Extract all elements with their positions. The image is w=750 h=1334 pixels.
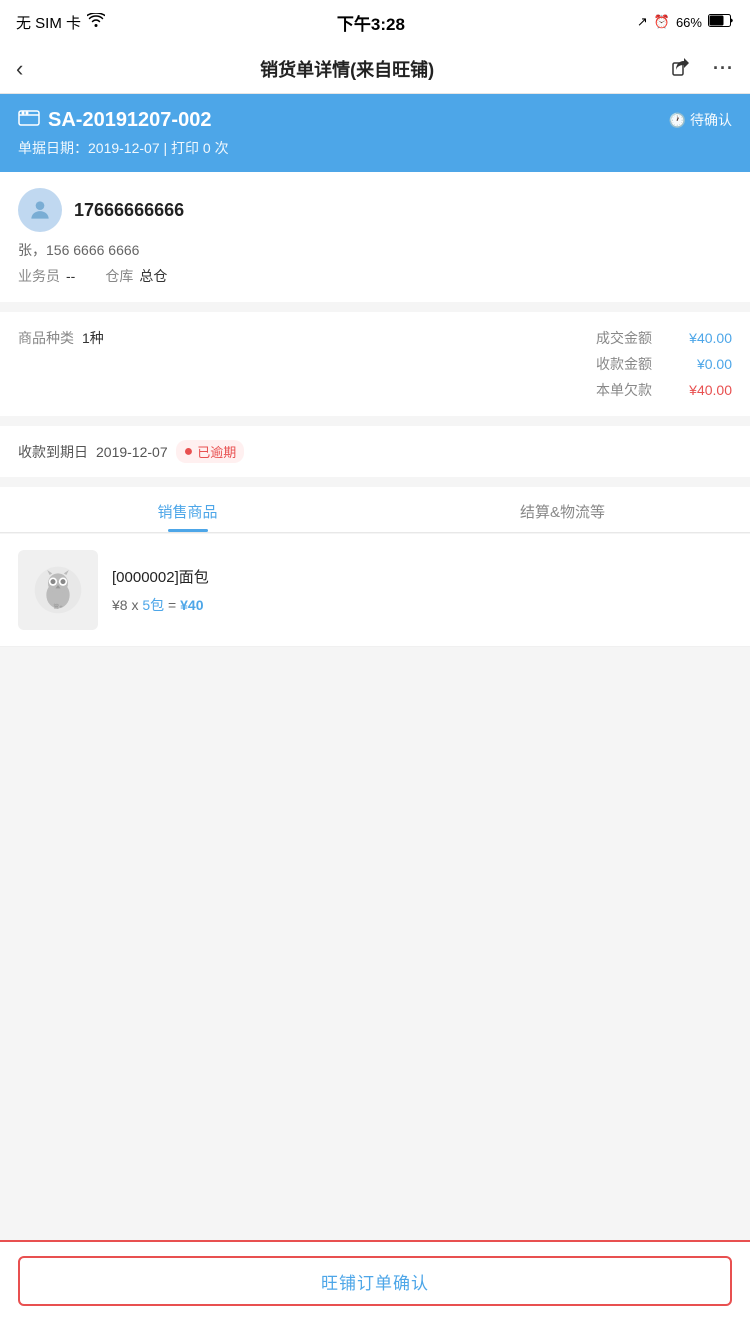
order-id: SA-20191207-002 [18,108,211,132]
tabs-section: 销售商品 结算&物流等 [0,487,750,533]
tab-sales-products[interactable]: 销售商品 [0,487,375,532]
due-date-value: 2019-12-07 [96,444,168,460]
product-name: [0000002]面包 [112,566,732,587]
product-thumbnail: 管+ [18,550,98,630]
customer-section: 17666666666 张，156 6666 6666 业务员 -- 仓库 总仓 [0,172,750,302]
product-total: ¥40 [180,597,203,613]
bottom-button-area: 旺铺订单确认 [0,1240,750,1334]
order-meta: 单据日期：2019-12-07 | 打印 0 次 [18,138,732,158]
overdue-badge: ● 已逾期 [176,440,245,463]
nav-actions: ··· [671,55,734,83]
more-button[interactable]: ··· [713,58,734,79]
warehouse-label: 仓库 [105,266,133,286]
due-date-label: 收款到期日 [18,442,88,462]
nav-bar: ‹ 销货单详情(来自旺铺) ··· [0,44,750,94]
due-date-section: 收款到期日 2019-12-07 ● 已逾期 [0,426,750,477]
alarm-icon: ⏰ [654,14,670,30]
transaction-amount-label: 成交金额 [596,328,652,348]
status-bar: 无 SIM 卡 下午3:28 ↗ ⏰ 66% [0,0,750,44]
status-right: ↗ ⏰ 66% [637,14,734,30]
transaction-amount-value: ¥40.00 [662,330,732,346]
received-amount-label: 收款金额 [596,354,652,374]
product-qty: 5包 [142,597,164,613]
overdue-icon: ● [184,443,194,461]
overdue-label: 已逾期 [197,442,236,461]
page-title: 销货单详情(来自旺铺) [260,56,434,82]
status-left: 无 SIM 卡 [16,12,105,33]
equals-sign: = [168,597,180,613]
received-amount-value: ¥0.00 [662,356,732,372]
svg-text:管+: 管+ [53,602,63,610]
product-section: 管+ [0000002]面包 ¥8 x 5包 = ¥40 [0,534,750,647]
order-header: SA-20191207-002 🕐 待确认 单据日期：2019-12-07 | … [0,94,750,172]
customer-details: 张，156 6666 6666 [18,240,732,260]
summary-left: 商品种类 1种 [18,328,104,348]
summary-right: 成交金额 ¥40.00 收款金额 ¥0.00 本单欠款 ¥40.00 [596,328,732,400]
product-info: [0000002]面包 ¥8 x 5包 = ¥40 [112,566,732,615]
product-types-item: 商品种类 1种 [18,328,104,348]
battery-label: 66% [676,15,702,30]
transaction-amount-item: 成交金额 ¥40.00 [596,328,732,348]
avatar [18,188,62,232]
clock-icon: 🕐 [669,112,686,129]
customer-name: 17666666666 [74,200,184,221]
warehouse-field: 仓库 总仓 [105,266,167,286]
salesperson-field: 业务员 -- [18,266,75,286]
salesperson-value: -- [66,268,75,284]
wifi-icon [87,13,105,31]
order-status: 🕐 待确认 [669,110,732,130]
order-icon [18,108,40,132]
warehouse-value: 总仓 [139,266,167,286]
due-amount-label: 本单欠款 [596,380,652,400]
customer-row: 业务员 -- 仓库 总仓 [18,266,732,286]
summary-section: 商品种类 1种 成交金额 ¥40.00 收款金额 ¥0.00 本单欠款 ¥40.… [0,312,750,416]
salesperson-label: 业务员 [18,266,60,286]
table-row: 管+ [0000002]面包 ¥8 x 5包 = ¥40 [0,534,750,647]
carrier-label: 无 SIM 卡 [16,12,81,33]
due-amount-item: 本单欠款 ¥40.00 [596,380,732,400]
status-time: 下午3:28 [337,10,405,35]
product-price: ¥8 x 5包 = ¥40 [112,595,732,615]
confirm-order-button[interactable]: 旺铺订单确认 [18,1256,732,1306]
received-amount-item: 收款金额 ¥0.00 [596,354,732,374]
price-label: ¥8 [112,597,128,613]
back-button[interactable]: ‹ [16,56,23,82]
empty-space [0,647,750,847]
product-types-value: 1种 [82,328,104,348]
battery-icon [708,14,734,30]
tab-settlement[interactable]: 结算&物流等 [375,487,750,532]
location-icon: ↗ [637,14,648,30]
multiply-sign: x [131,597,142,613]
product-types-label: 商品种类 [18,328,74,348]
share-button[interactable] [671,55,693,83]
due-amount-value: ¥40.00 [662,382,732,398]
